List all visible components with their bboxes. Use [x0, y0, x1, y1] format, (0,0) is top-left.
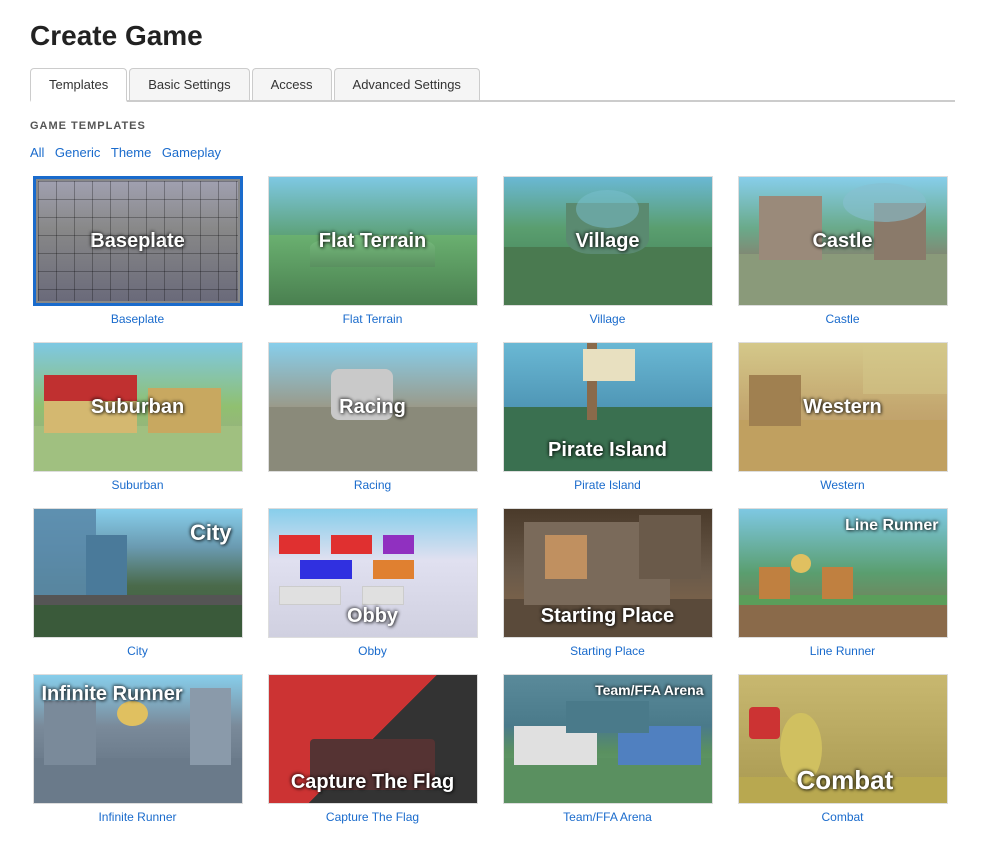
template-card-racing[interactable]: RacingRacing	[265, 342, 480, 492]
template-card-village[interactable]: VillageVillage	[500, 176, 715, 326]
template-caption-combat: Combat	[821, 810, 863, 824]
template-caption-line-runner: Line Runner	[810, 644, 875, 658]
tab-advanced-settings[interactable]: Advanced Settings	[334, 68, 480, 100]
template-caption-team-arena: Team/FFA Arena	[563, 810, 652, 824]
template-caption-castle: Castle	[825, 312, 859, 326]
template-card-flat-terrain[interactable]: Flat TerrainFlat Terrain	[265, 176, 480, 326]
template-caption-pirate-island: Pirate Island	[574, 478, 641, 492]
tab-basic-settings[interactable]: Basic Settings	[129, 68, 249, 100]
template-caption-western: Western	[820, 478, 864, 492]
filter-gameplay[interactable]: Gameplay	[162, 145, 221, 160]
template-card-baseplate[interactable]: BaseplateBaseplate	[30, 176, 245, 326]
template-card-castle[interactable]: CastleCastle	[735, 176, 950, 326]
template-caption-racing: Racing	[354, 478, 391, 492]
template-card-team-arena[interactable]: Team/FFA ArenaTeam/FFA Arena	[500, 674, 715, 824]
template-caption-obby: Obby	[358, 644, 387, 658]
template-caption-village: Village	[590, 312, 626, 326]
templates-grid: BaseplateBaseplateFlat TerrainFlat Terra…	[30, 176, 955, 824]
template-card-starting-place[interactable]: Starting PlaceStarting Place	[500, 508, 715, 658]
template-card-city[interactable]: CityCity	[30, 508, 245, 658]
template-card-combat[interactable]: CombatCombat	[735, 674, 950, 824]
template-card-suburban[interactable]: SuburbanSuburban	[30, 342, 245, 492]
section-title: GAME TEMPLATES	[30, 120, 955, 132]
filter-theme[interactable]: Theme	[111, 145, 151, 160]
template-caption-suburban: Suburban	[111, 478, 163, 492]
filter-links: All Generic Theme Gameplay	[30, 144, 955, 162]
page-title: Create Game	[30, 20, 955, 52]
tab-bar: Templates Basic Settings Access Advanced…	[30, 68, 955, 102]
template-caption-infinite-runner: Infinite Runner	[98, 810, 176, 824]
template-caption-capture-flag: Capture The Flag	[326, 810, 419, 824]
filter-generic[interactable]: Generic	[55, 145, 101, 160]
template-card-obby[interactable]: ObbyObby	[265, 508, 480, 658]
template-caption-starting-place: Starting Place	[570, 644, 645, 658]
template-caption-flat-terrain: Flat Terrain	[343, 312, 403, 326]
template-caption-baseplate: Baseplate	[111, 312, 164, 326]
template-card-capture-flag[interactable]: Capture The FlagCapture The Flag	[265, 674, 480, 824]
tab-access[interactable]: Access	[252, 68, 332, 100]
template-caption-city: City	[127, 644, 148, 658]
filter-all[interactable]: All	[30, 145, 44, 160]
template-card-line-runner[interactable]: Line RunnerLine Runner	[735, 508, 950, 658]
template-card-western[interactable]: WesternWestern	[735, 342, 950, 492]
template-card-infinite-runner[interactable]: Infinite RunnerInfinite Runner	[30, 674, 245, 824]
tab-templates[interactable]: Templates	[30, 68, 127, 102]
template-card-pirate-island[interactable]: Pirate IslandPirate Island	[500, 342, 715, 492]
